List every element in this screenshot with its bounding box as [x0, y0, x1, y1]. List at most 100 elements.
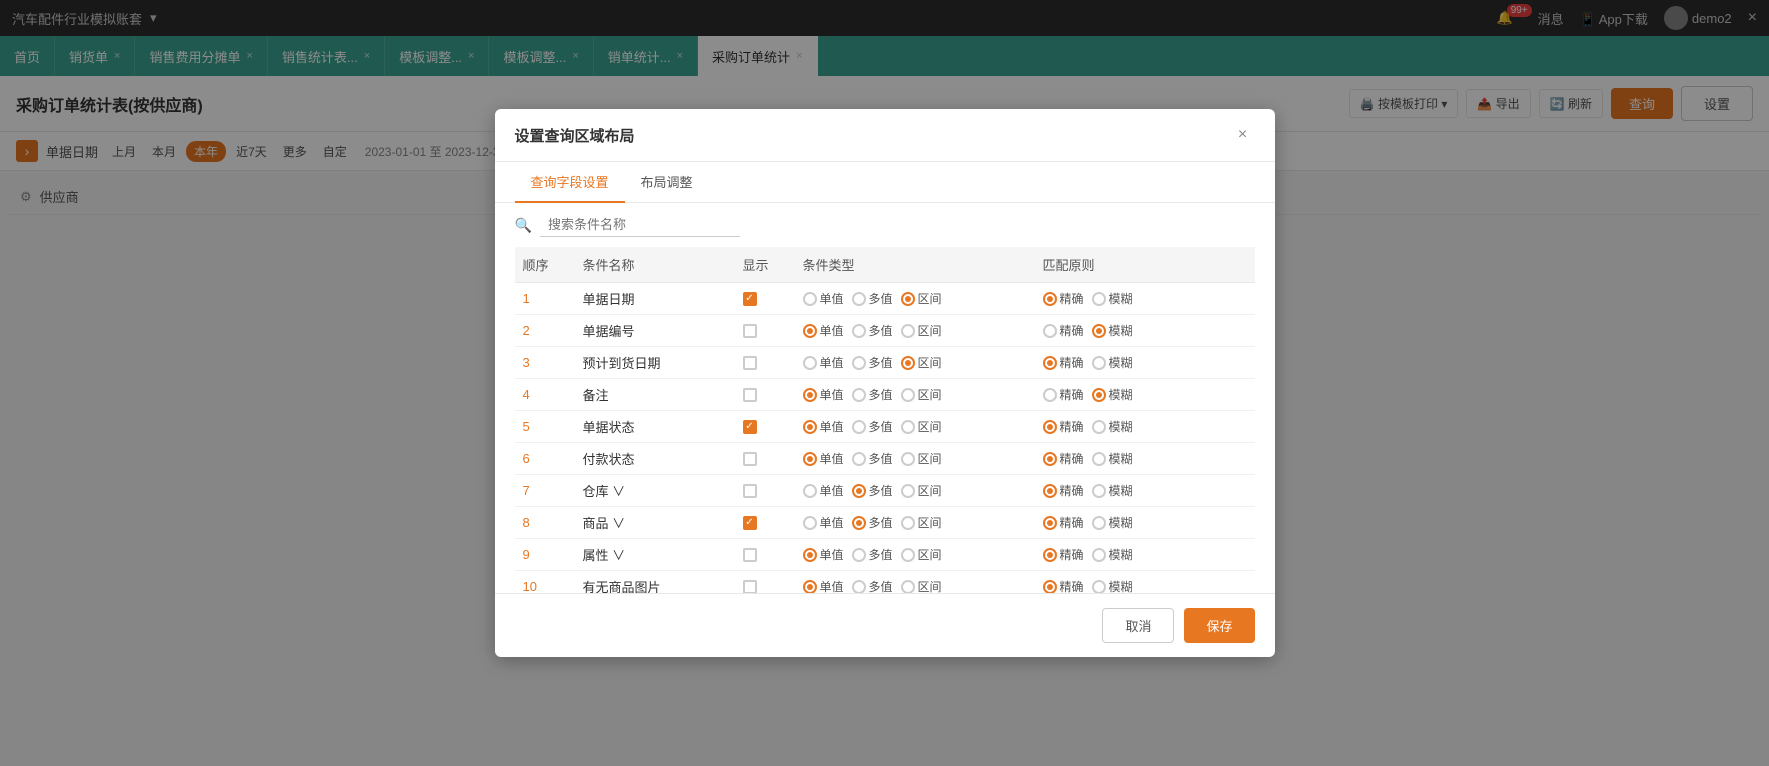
radio-circle: [1092, 484, 1106, 498]
row-1-type-range[interactable]: 区间: [901, 290, 942, 307]
radio-circle: [852, 548, 866, 562]
row-7-type: 单值 多值 区间: [795, 482, 1035, 499]
table-row: 10 有无商品图片 单值 多值: [515, 571, 1255, 593]
row-5-type: 单值 多值 区间: [795, 418, 1035, 435]
settings-dialog: 设置查询区域布局 × 查询字段设置 布局调整 🔍 顺序 条件名称 显示 条件类型: [495, 109, 1275, 657]
radio-circle: [1043, 324, 1057, 338]
table-row: 5 单据状态 单值 多值: [515, 411, 1255, 443]
radio-circle: [803, 484, 817, 498]
radio-circle: [852, 484, 866, 498]
row-2-type-multi[interactable]: 多值: [852, 322, 893, 339]
radio-circle: [803, 420, 817, 434]
conditions-table-body: 1 单据日期 单值 多值: [515, 283, 1255, 593]
radio-circle: [1043, 292, 1057, 306]
row-1-type: 单值 多值 区间: [795, 290, 1035, 307]
radio-circle: [1043, 548, 1057, 562]
dialog-tab-fields[interactable]: 查询字段设置: [515, 162, 625, 203]
row-1-display[interactable]: [735, 292, 795, 306]
radio-circle: [1092, 548, 1106, 562]
row-1-match-group: 精确 模糊: [1043, 290, 1207, 307]
row-8-type: 单值 多值 区间: [795, 514, 1035, 531]
row-4-display[interactable]: [735, 388, 795, 402]
row-9-checkbox[interactable]: [743, 548, 757, 562]
modal-overlay[interactable]: 设置查询区域布局 × 查询字段设置 布局调整 🔍 顺序 条件名称 显示 条件类型: [0, 0, 1769, 766]
radio-circle: [1043, 580, 1057, 594]
row-1-checkbox[interactable]: [743, 292, 757, 306]
table-row: 4 备注 单值 多值: [515, 379, 1255, 411]
cancel-button[interactable]: 取消: [1102, 608, 1174, 643]
dialog-tab-layout[interactable]: 布局调整: [625, 162, 709, 203]
row-1-type-single[interactable]: 单值: [803, 290, 844, 307]
radio-circle: [901, 516, 915, 530]
col-header-type: 条件类型: [795, 255, 1035, 274]
col-header-name: 条件名称: [575, 255, 735, 274]
row-2-display[interactable]: [735, 324, 795, 338]
table-row: 3 预计到货日期 单值 多值: [515, 347, 1255, 379]
row-7-checkbox[interactable]: [743, 484, 757, 498]
row-2-type-range[interactable]: 区间: [901, 322, 942, 339]
row-8-display[interactable]: [735, 516, 795, 530]
radio-circle: [901, 420, 915, 434]
row-2-match-exact[interactable]: 精确: [1043, 322, 1084, 339]
radio-circle: [803, 452, 817, 466]
row-3-type-group: 单值 多值 区间: [803, 354, 1027, 371]
radio-circle: [803, 324, 817, 338]
row-2-match-fuzzy[interactable]: 模糊: [1092, 322, 1133, 339]
radio-circle: [1092, 580, 1106, 594]
row-3-name: 预计到货日期: [575, 353, 735, 372]
row-2-type-single[interactable]: 单值: [803, 322, 844, 339]
radio-circle: [901, 452, 915, 466]
row-3-checkbox[interactable]: [743, 356, 757, 370]
row-1-match-exact[interactable]: 精确: [1043, 290, 1084, 307]
row-2-checkbox[interactable]: [743, 324, 757, 338]
radio-circle: [1092, 324, 1106, 338]
radio-circle: [803, 356, 817, 370]
radio-circle: [1043, 388, 1057, 402]
search-input[interactable]: [540, 213, 740, 237]
col-header-display: 显示: [735, 255, 795, 274]
row-10-checkbox[interactable]: [743, 580, 757, 594]
radio-circle: [803, 292, 817, 306]
row-5-display[interactable]: [735, 420, 795, 434]
row-10-display[interactable]: [735, 580, 795, 594]
row-1-index: 1: [515, 291, 575, 306]
col-header-index: 顺序: [515, 255, 575, 274]
radio-circle: [901, 324, 915, 338]
radio-circle: [852, 324, 866, 338]
row-4-type: 单值 多值 区间: [795, 386, 1035, 403]
radio-circle: [1043, 516, 1057, 530]
row-9-name: 属性 ∨: [575, 545, 735, 564]
dialog-footer: 取消 保存: [495, 593, 1275, 657]
row-9-display[interactable]: [735, 548, 795, 562]
radio-circle: [852, 292, 866, 306]
row-3-type: 单值 多值 区间: [795, 354, 1035, 371]
row-9-match: 精确 模糊: [1035, 546, 1215, 563]
radio-circle: [1092, 356, 1106, 370]
row-1-name: 单据日期: [575, 289, 735, 308]
row-3-display[interactable]: [735, 356, 795, 370]
row-6-checkbox[interactable]: [743, 452, 757, 466]
row-6-type: 单值 多值 区间: [795, 450, 1035, 467]
table-row: 6 付款状态 单值 多值: [515, 443, 1255, 475]
row-2-type-group: 单值 多值 区间: [803, 322, 1027, 339]
row-10-match: 精确 模糊: [1035, 578, 1215, 593]
conditions-table: 顺序 条件名称 显示 条件类型 匹配原则 1 单据日期: [495, 247, 1275, 593]
row-7-display[interactable]: [735, 484, 795, 498]
dialog-title: 设置查询区域布局: [515, 125, 635, 146]
search-icon: 🔍: [515, 217, 532, 234]
dialog-close-button[interactable]: ×: [1231, 123, 1255, 147]
row-1-match-fuzzy[interactable]: 模糊: [1092, 290, 1133, 307]
row-5-index: 5: [515, 419, 575, 434]
row-8-checkbox[interactable]: [743, 516, 757, 530]
row-1-type-multi[interactable]: 多值: [852, 290, 893, 307]
row-4-checkbox[interactable]: [743, 388, 757, 402]
dialog-header: 设置查询区域布局 ×: [495, 109, 1275, 162]
radio-circle: [901, 292, 915, 306]
row-8-match: 精确 模糊: [1035, 514, 1215, 531]
save-button[interactable]: 保存: [1184, 608, 1254, 643]
row-5-checkbox[interactable]: [743, 420, 757, 434]
row-6-display[interactable]: [735, 452, 795, 466]
row-10-name: 有无商品图片: [575, 577, 735, 593]
radio-circle: [1092, 452, 1106, 466]
radio-circle: [1043, 452, 1057, 466]
